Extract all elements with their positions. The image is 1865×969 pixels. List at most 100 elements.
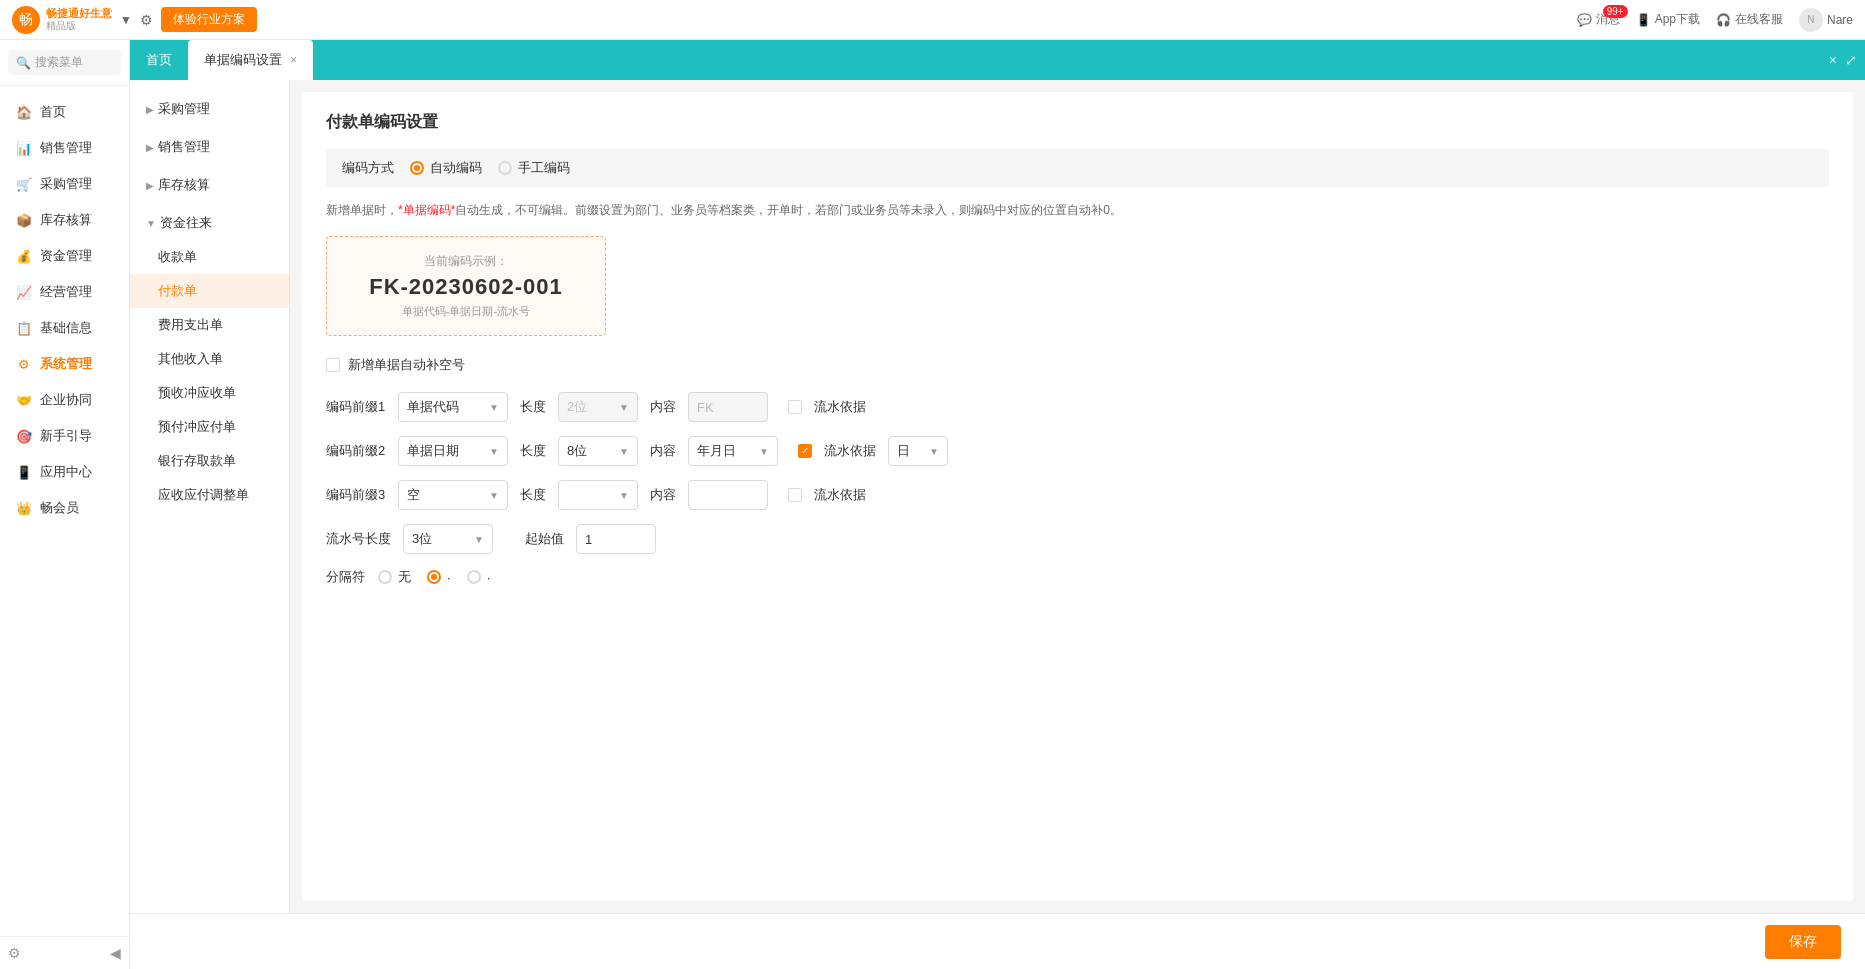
radio-manual-encode[interactable]: 手工编码 [498, 159, 570, 177]
prefix1-length-select[interactable]: 2位 ▼ [558, 392, 638, 422]
prefix3-select[interactable]: 空 ▼ [398, 480, 508, 510]
sub-group-capital-header[interactable]: ▼ 资金往来 [130, 206, 289, 240]
prefix3-label: 编码前缀3 [326, 486, 386, 504]
sidebar-item-capital[interactable]: 💰 资金管理 [0, 238, 129, 274]
radio-manual-circle [498, 161, 512, 175]
prefix1-label: 编码前缀1 [326, 398, 386, 416]
sub-item-payment[interactable]: 付款单 [130, 274, 289, 308]
tab-encode-settings[interactable]: 单据编码设置 × [188, 40, 313, 80]
prefix3-row: 编码前缀3 空 ▼ 长度 ▼ 内容 流水依据 [326, 480, 1829, 510]
sidebar-item-basic[interactable]: 📋 基础信息 [0, 310, 129, 346]
prefix2-serial-checkbox[interactable] [798, 444, 812, 458]
user-profile[interactable]: N Nare [1799, 8, 1853, 32]
serial-length-select[interactable]: 3位 ▼ [403, 524, 493, 554]
encode-method-bar: 编码方式 自动编码 手工编码 [326, 149, 1829, 187]
sub-group-inventory-header[interactable]: ▶ 库存核算 [130, 168, 289, 202]
purchase-icon: 🛒 [16, 176, 32, 192]
settings-icon[interactable]: ⚙ [140, 12, 153, 28]
sub-item-ar-ap-adjust[interactable]: 应收应付调整单 [130, 478, 289, 512]
content-panel: ▶ 采购管理 ▶ 销售管理 ▶ 库存核算 [130, 80, 1865, 913]
prefix2-row: 编码前缀2 单据日期 ▼ 长度 8位 ▼ 内容 年月日 ▼ [326, 436, 1829, 466]
sub-group-capital: ▼ 资金往来 收款单 付款单 费用支出单 其他收入单 预收冲应收单 预付冲应付单… [130, 206, 289, 512]
sidebar-search[interactable]: 🔍 搜索菜单 [0, 40, 129, 86]
search-icon: 🔍 [16, 56, 31, 70]
sub-group-purchase-header[interactable]: ▶ 采购管理 [130, 92, 289, 126]
sidebar-collapse-icon[interactable]: ◀ [110, 945, 121, 961]
search-input-area[interactable]: 🔍 搜索菜单 [8, 50, 121, 75]
enterprise-icon: 🤝 [16, 392, 32, 408]
separator-radio-group: 无 · · [378, 568, 490, 586]
basic-icon: 📋 [16, 320, 32, 336]
separator-dot[interactable]: · [427, 570, 451, 585]
sidebar-item-inventory[interactable]: 📦 库存核算 [0, 202, 129, 238]
sidebar: 🔍 搜索菜单 🏠 首页 📊 销售管理 🛒 采购管理 📦 库存核算 💰 [0, 40, 130, 969]
sub-item-prepay-ar[interactable]: 预收冲应收单 [130, 376, 289, 410]
info-text: 新增单据时，*单据编码*自动生成，不可编辑。前缀设置为部门、业务员等档案类，开单… [326, 201, 1829, 220]
auto-fill-checkbox[interactable] [326, 358, 340, 372]
message-item[interactable]: 💬 消息 99+ [1577, 11, 1620, 28]
content-area: 首页 单据编码设置 × × ⤢ ▶ 采购管理 [130, 40, 1865, 969]
arrow-down-icon: ▼ [146, 218, 156, 229]
prefix3-length-select[interactable]: ▼ [558, 480, 638, 510]
save-button[interactable]: 保存 [1765, 925, 1841, 959]
sidebar-settings-icon[interactable]: ⚙ [8, 945, 21, 961]
prefix3-length-arrow-icon: ▼ [619, 490, 629, 501]
prefix1-row: 编码前缀1 单据代码 ▼ 长度 2位 ▼ 内容 流水依据 [326, 392, 1829, 422]
prefix1-select[interactable]: 单据代码 ▼ [398, 392, 508, 422]
nav-dropdown[interactable]: ▼ [120, 13, 132, 27]
prefix2-period-select[interactable]: 日 ▼ [888, 436, 948, 466]
sub-item-receipt[interactable]: 收款单 [130, 240, 289, 274]
sidebar-item-purchase[interactable]: 🛒 采购管理 [0, 166, 129, 202]
prefix2-label: 编码前缀2 [326, 442, 386, 460]
sub-group-inventory: ▶ 库存核算 [130, 168, 289, 202]
trial-button[interactable]: 体验行业方案 [161, 7, 257, 32]
separator-none[interactable]: 无 [378, 568, 411, 586]
prefix3-content-input[interactable] [688, 480, 768, 510]
avatar: N [1799, 8, 1823, 32]
sidebar-item-enterprise[interactable]: 🤝 企业协同 [0, 382, 129, 418]
prefix2-content-select[interactable]: 年月日 ▼ [688, 436, 778, 466]
arrow-right-icon2: ▶ [146, 142, 154, 153]
main-layout: 🔍 搜索菜单 🏠 首页 📊 销售管理 🛒 采购管理 📦 库存核算 💰 [0, 40, 1865, 969]
preview-code: FK-20230602-001 [369, 274, 563, 300]
separator-row: 分隔符 无 · · [326, 568, 1829, 586]
start-value-input[interactable] [576, 524, 656, 554]
sidebar-item-home[interactable]: 🏠 首页 [0, 94, 129, 130]
preview-box: 当前编码示例： FK-20230602-001 单据代码-单据日期-流水号 [326, 236, 606, 336]
prefix1-serial-checkbox[interactable] [788, 400, 802, 414]
sidebar-item-system[interactable]: ⚙ 系统管理 [0, 346, 129, 382]
form-title: 付款单编码设置 [326, 112, 1829, 133]
prefix2-length-select[interactable]: 8位 ▼ [558, 436, 638, 466]
sub-sidebar: ▶ 采购管理 ▶ 销售管理 ▶ 库存核算 [130, 80, 290, 913]
sub-group-sales-header[interactable]: ▶ 销售管理 [130, 130, 289, 164]
arrow-right-icon3: ▶ [146, 180, 154, 191]
tab-bar-right: × ⤢ [1829, 40, 1865, 80]
prefix3-serial-checkbox[interactable] [788, 488, 802, 502]
serial-row: 流水号长度 3位 ▼ 起始值 [326, 524, 1829, 554]
auto-fill-row: 新增单据自动补空号 [326, 356, 1829, 374]
tab-maximize-icon[interactable]: ⤢ [1845, 52, 1857, 68]
separator-dot2[interactable]: · [467, 570, 491, 585]
sub-item-prepay-ap[interactable]: 预付冲应付单 [130, 410, 289, 444]
radio-auto-encode[interactable]: 自动编码 [410, 159, 482, 177]
operation-icon: 📈 [16, 284, 32, 300]
sub-item-other-income[interactable]: 其他收入单 [130, 342, 289, 376]
service-icon: 🎧 [1716, 13, 1731, 27]
sidebar-item-guide[interactable]: 🎯 新手引导 [0, 418, 129, 454]
app-download-item[interactable]: 📱 App下载 [1636, 11, 1700, 28]
tab-minimize-icon[interactable]: × [1829, 52, 1837, 68]
sidebar-item-member[interactable]: 👑 畅会员 [0, 490, 129, 526]
tab-home[interactable]: 首页 [130, 40, 188, 80]
brand-logo: 畅 [12, 6, 40, 34]
online-service-item[interactable]: 🎧 在线客服 [1716, 11, 1783, 28]
separator-dot2-circle [467, 570, 481, 584]
prefix2-select[interactable]: 单据日期 ▼ [398, 436, 508, 466]
prefix1-content-input [688, 392, 768, 422]
sub-item-bank-deposit[interactable]: 银行存取款单 [130, 444, 289, 478]
tab-close-icon[interactable]: × [290, 53, 297, 67]
sidebar-item-operation[interactable]: 📈 经营管理 [0, 274, 129, 310]
sidebar-item-sales[interactable]: 📊 销售管理 [0, 130, 129, 166]
sub-item-expense[interactable]: 费用支出单 [130, 308, 289, 342]
sales-icon: 📊 [16, 140, 32, 156]
sidebar-item-appcenter[interactable]: 📱 应用中心 [0, 454, 129, 490]
